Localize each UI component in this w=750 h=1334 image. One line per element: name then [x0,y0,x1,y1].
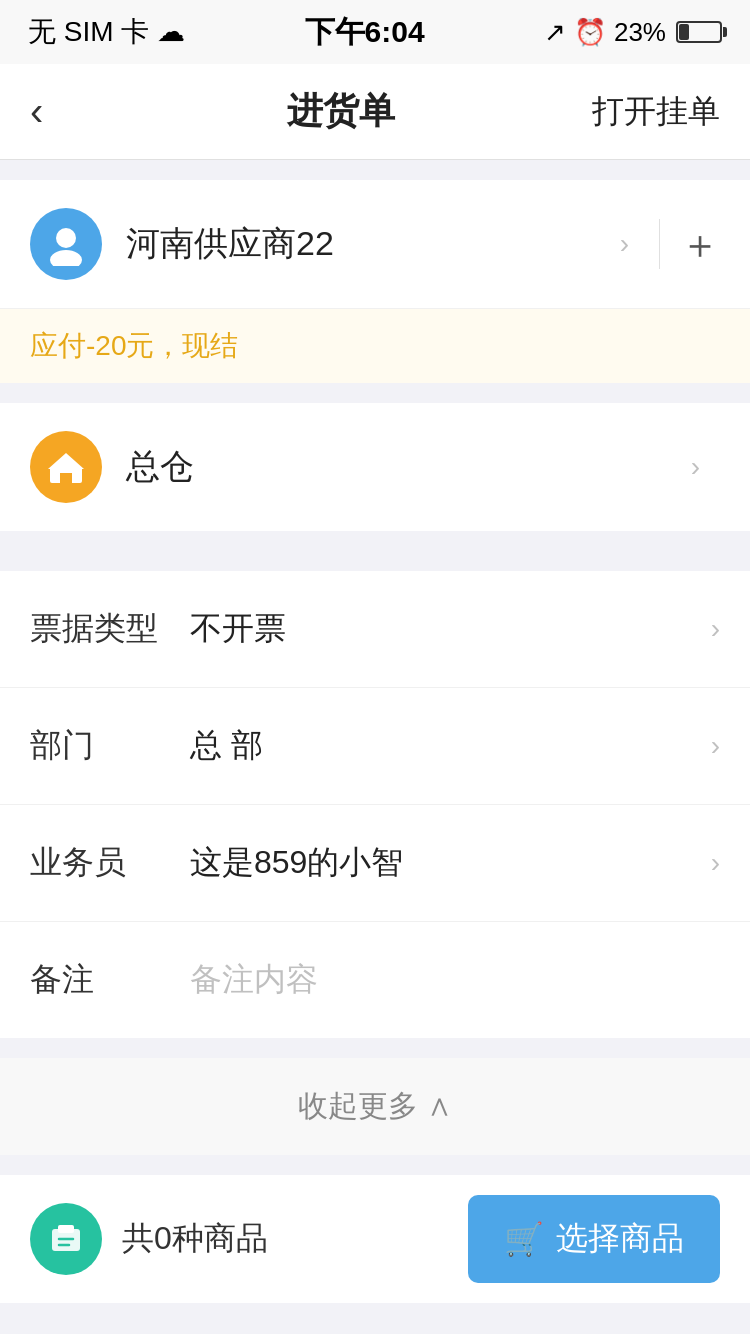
salesperson-row[interactable]: 业务员 这是859的小智 › [0,805,750,922]
select-product-icon: 🛒 [504,1220,544,1258]
bottom-bar: 共0种商品 🛒 选择商品 [0,1175,750,1303]
select-product-label: 选择商品 [556,1217,684,1261]
warehouse-icon [46,447,86,487]
warehouse-section: 总仓 › [0,403,750,531]
supplier-section: 河南供应商22 › ＋ 应付-20元，现结 [0,180,750,383]
warehouse-icon-wrap [30,431,102,503]
mid-divider2 [0,531,750,551]
supplier-row[interactable]: 河南供应商22 › ＋ [0,180,750,309]
open-pending-button[interactable]: 打开挂单 [592,90,720,134]
status-left: 无 SIM 卡 ☁ [28,13,185,51]
remark-row[interactable]: 备注 备注内容 [0,922,750,1038]
status-time: 下午6:04 [305,12,425,53]
svg-point-1 [50,250,82,266]
supplier-chevron-icon: › [620,228,629,260]
collapse-label: 收起更多 ∧ [298,1086,451,1127]
nav-bar: ‹ 进货单 打开挂单 [0,64,750,160]
status-right: ↗ ⏰ 23% [544,17,722,48]
svg-rect-4 [60,473,72,483]
mid-divider1 [0,383,750,403]
sim-label: 无 SIM 卡 ☁ [28,13,185,51]
supplier-avatar [30,208,102,280]
alarm-icon: ⏰ [574,17,606,48]
remark-placeholder: 备注内容 [170,958,720,1002]
svg-marker-3 [48,453,84,469]
invoice-type-row[interactable]: 票据类型 不开票 › [0,571,750,688]
back-button[interactable]: ‹ [30,89,90,134]
form-section: 票据类型 不开票 › 部门 总 部 › 业务员 这是859的小智 › 备注 备注… [0,571,750,1038]
notice-row: 应付-20元，现结 [0,309,750,383]
invoice-type-chevron-icon: › [711,613,720,645]
invoice-type-label: 票据类型 [30,607,170,651]
salesperson-label: 业务员 [30,841,170,885]
invoice-type-value: 不开票 [170,607,711,651]
location-icon: ↗ [544,17,566,48]
collapse-row[interactable]: 收起更多 ∧ [0,1058,750,1155]
battery-percent: 23% [614,17,666,48]
product-icon-wrap [30,1203,102,1275]
add-supplier-button[interactable]: ＋ [670,217,720,272]
department-row[interactable]: 部门 总 部 › [0,688,750,805]
supplier-name: 河南供应商22 [126,221,620,267]
svg-point-0 [56,228,76,248]
page-title: 进货单 [287,87,395,136]
select-product-button[interactable]: 🛒 选择商品 [468,1195,720,1283]
top-divider [0,160,750,180]
user-icon [44,222,88,266]
product-count: 共0种商品 [122,1217,468,1261]
warehouse-row[interactable]: 总仓 › [0,403,750,531]
svg-rect-6 [58,1225,74,1233]
department-chevron-icon: › [711,730,720,762]
product-icon [46,1219,86,1259]
supplier-divider [659,219,660,269]
warehouse-name: 总仓 [126,444,691,490]
department-value: 总 部 [170,724,711,768]
department-label: 部门 [30,724,170,768]
warehouse-chevron-icon: › [691,451,700,483]
salesperson-value: 这是859的小智 [170,841,711,885]
battery-icon [676,21,722,43]
salesperson-chevron-icon: › [711,847,720,879]
remark-label: 备注 [30,958,170,1002]
status-bar: 无 SIM 卡 ☁ 下午6:04 ↗ ⏰ 23% [0,0,750,64]
